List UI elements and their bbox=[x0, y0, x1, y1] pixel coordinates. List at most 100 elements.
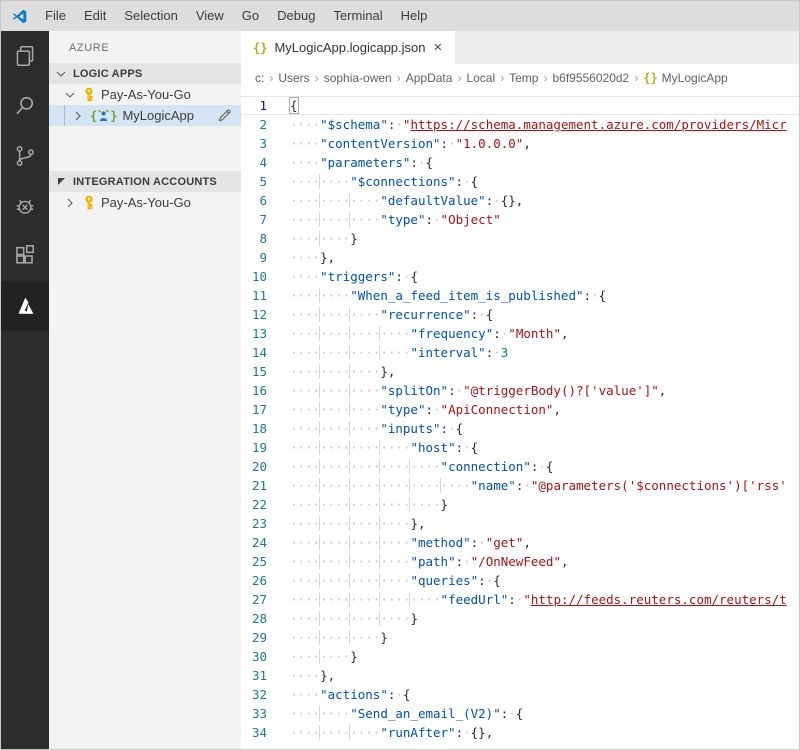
twistie-triangle-icon[interactable] bbox=[54, 178, 68, 185]
twistie-chevron-down-icon[interactable] bbox=[54, 68, 68, 80]
activity-extensions-icon[interactable] bbox=[1, 231, 49, 281]
line-number: 9 bbox=[241, 248, 287, 267]
indent-whitespace: ············ bbox=[290, 307, 380, 322]
breadcrumb-separator: › bbox=[498, 71, 506, 85]
code-line-text: ················"host":·{ bbox=[287, 438, 799, 457]
tree-item-mylogicapp[interactable]: {}MyLogicApp bbox=[49, 105, 241, 126]
indent-whitespace: ············ bbox=[290, 364, 380, 379]
tab-mylogicapp-json[interactable]: {} MyLogicApp.logicapp.json × bbox=[241, 31, 455, 64]
code-line: 30········} bbox=[241, 647, 799, 666]
code-lines: 1{2····"$schema":·"https://schema.manage… bbox=[241, 96, 799, 742]
breadcrumb-item-local[interactable]: Local bbox=[466, 71, 495, 85]
line-number: 21 bbox=[241, 476, 287, 495]
line-number: 33 bbox=[241, 704, 287, 723]
breadcrumb-item-temp[interactable]: Temp bbox=[509, 71, 538, 85]
code-line-text: ····"$schema":·"https://schema.managemen… bbox=[287, 115, 799, 134]
code-line-text: ············"type":·"ApiConnection", bbox=[287, 400, 799, 419]
code-line: 3····"contentVersion":·"1.0.0.0", bbox=[241, 134, 799, 153]
code-editor[interactable]: 1{2····"$schema":·"https://schema.manage… bbox=[241, 92, 799, 749]
section-label: LOGIC APPS bbox=[73, 68, 142, 80]
line-number: 22 bbox=[241, 495, 287, 514]
json-file-icon: {} bbox=[253, 41, 267, 55]
tree-item-pay-as-you-go[interactable]: Pay-As-You-Go bbox=[49, 84, 241, 105]
code-line-text: ············"splitOn":·"@triggerBody()?[… bbox=[287, 381, 799, 400]
breadcrumb: c:›Users›sophia-owen›AppData›Local›Temp›… bbox=[241, 64, 799, 92]
menu-bar: FileEditSelectionViewGoDebugTerminalHelp bbox=[1, 1, 799, 31]
code-line: 21························"name":·"@para… bbox=[241, 476, 799, 495]
indent-whitespace: ············ bbox=[290, 212, 380, 227]
code-line: 1{ bbox=[241, 96, 799, 115]
menu-help[interactable]: Help bbox=[392, 1, 437, 31]
code-line-text: { bbox=[287, 96, 799, 115]
activity-search-icon[interactable] bbox=[1, 81, 49, 131]
activity-azure-icon[interactable] bbox=[1, 281, 49, 331]
menu-file[interactable]: File bbox=[36, 1, 75, 31]
activity-source-control-icon[interactable] bbox=[1, 131, 49, 181]
code-line: 8········} bbox=[241, 229, 799, 248]
breadcrumb-item-appdata[interactable]: AppData bbox=[406, 71, 453, 85]
line-number: 4 bbox=[241, 153, 287, 172]
activity-debug-icon[interactable] bbox=[1, 181, 49, 231]
code-line-text: ················"interval":·3 bbox=[287, 343, 799, 362]
code-line: 6············"defaultValue":·{}, bbox=[241, 191, 799, 210]
menu-debug[interactable]: Debug bbox=[268, 1, 324, 31]
section-integration-accounts: INTEGRATION ACCOUNTSPay-As-You-Go bbox=[49, 171, 241, 213]
line-number: 8 bbox=[241, 229, 287, 248]
tree-item-label: Pay-As-You-Go bbox=[101, 87, 191, 102]
indent-whitespace: ········ bbox=[290, 706, 350, 721]
activity-explorer-icon[interactable] bbox=[1, 31, 49, 81]
menu-edit[interactable]: Edit bbox=[75, 1, 115, 31]
vscode-logo-icon bbox=[11, 8, 28, 25]
code-line-text: ····"contentVersion":·"1.0.0.0", bbox=[287, 134, 799, 153]
twistie-chevron-right-icon[interactable] bbox=[63, 197, 77, 209]
indent-whitespace: ················ bbox=[290, 554, 410, 569]
code-line: 13················"frequency":·"Month", bbox=[241, 324, 799, 343]
editor-group: {} MyLogicApp.logicapp.json × c:›Users›s… bbox=[241, 31, 799, 749]
breadcrumb-item-sophia-owen[interactable]: sophia-owen bbox=[324, 71, 392, 85]
indent-whitespace: ···· bbox=[290, 668, 320, 683]
pencil-icon[interactable] bbox=[217, 108, 232, 123]
line-number: 15 bbox=[241, 362, 287, 381]
menu-go[interactable]: Go bbox=[233, 1, 268, 31]
indent-whitespace: ···· bbox=[290, 155, 320, 170]
indent-whitespace: ············ bbox=[290, 402, 380, 417]
indent-whitespace: ············ bbox=[290, 193, 380, 208]
sidebar-sections: LOGIC APPS Pay-As-You-Go {}MyLogicApp INTEG… bbox=[49, 63, 241, 213]
code-line: 31····}, bbox=[241, 666, 799, 685]
menu-selection[interactable]: Selection bbox=[115, 1, 186, 31]
twistie-chevron-right-icon[interactable] bbox=[71, 110, 85, 122]
breadcrumb-item-c-[interactable]: c: bbox=[255, 71, 264, 85]
breadcrumb-separator: › bbox=[313, 71, 321, 85]
breadcrumb-label: MyLogicApp bbox=[662, 71, 728, 85]
code-line: 27····················"feedUrl":·"http:/… bbox=[241, 590, 799, 609]
section-header-integration-accounts[interactable]: INTEGRATION ACCOUNTS bbox=[49, 171, 241, 192]
code-line-text: ········"When_a_feed_item_is_published":… bbox=[287, 286, 799, 305]
line-number: 27 bbox=[241, 590, 287, 609]
line-number: 29 bbox=[241, 628, 287, 647]
indent-whitespace: ················ bbox=[290, 440, 410, 455]
breadcrumb-item-b6f9556020d2[interactable]: b6f9556020d2 bbox=[552, 71, 629, 85]
breadcrumb-item-users[interactable]: Users bbox=[278, 71, 309, 85]
line-number: 23 bbox=[241, 514, 287, 533]
code-line-text: ········} bbox=[287, 647, 799, 666]
tree-item-pay-as-you-go[interactable]: Pay-As-You-Go bbox=[49, 192, 241, 213]
line-number: 13 bbox=[241, 324, 287, 343]
indent-whitespace: ················ bbox=[290, 516, 410, 531]
code-line-text: ················"frequency":·"Month", bbox=[287, 324, 799, 343]
breadcrumb-label: Users bbox=[278, 71, 309, 85]
section-header-logic-apps[interactable]: LOGIC APPS bbox=[49, 63, 241, 84]
line-number: 18 bbox=[241, 419, 287, 438]
line-number: 12 bbox=[241, 305, 287, 324]
menu-terminal[interactable]: Terminal bbox=[324, 1, 391, 31]
twistie-chevron-down-icon[interactable] bbox=[63, 89, 77, 101]
code-line: 15············}, bbox=[241, 362, 799, 381]
icon-key-icon bbox=[82, 87, 96, 102]
breadcrumb-separator: › bbox=[632, 71, 640, 85]
breadcrumb-item-mylogicapp[interactable]: {}MyLogicApp bbox=[643, 71, 728, 85]
indent-whitespace: ········ bbox=[290, 174, 350, 189]
menu-view[interactable]: View bbox=[187, 1, 233, 31]
indent-whitespace: ················ bbox=[290, 326, 410, 341]
code-line-text: ············"recurrence":·{ bbox=[287, 305, 799, 324]
tab-close-icon[interactable]: × bbox=[433, 40, 444, 55]
indent-whitespace: ···················· bbox=[290, 592, 441, 607]
